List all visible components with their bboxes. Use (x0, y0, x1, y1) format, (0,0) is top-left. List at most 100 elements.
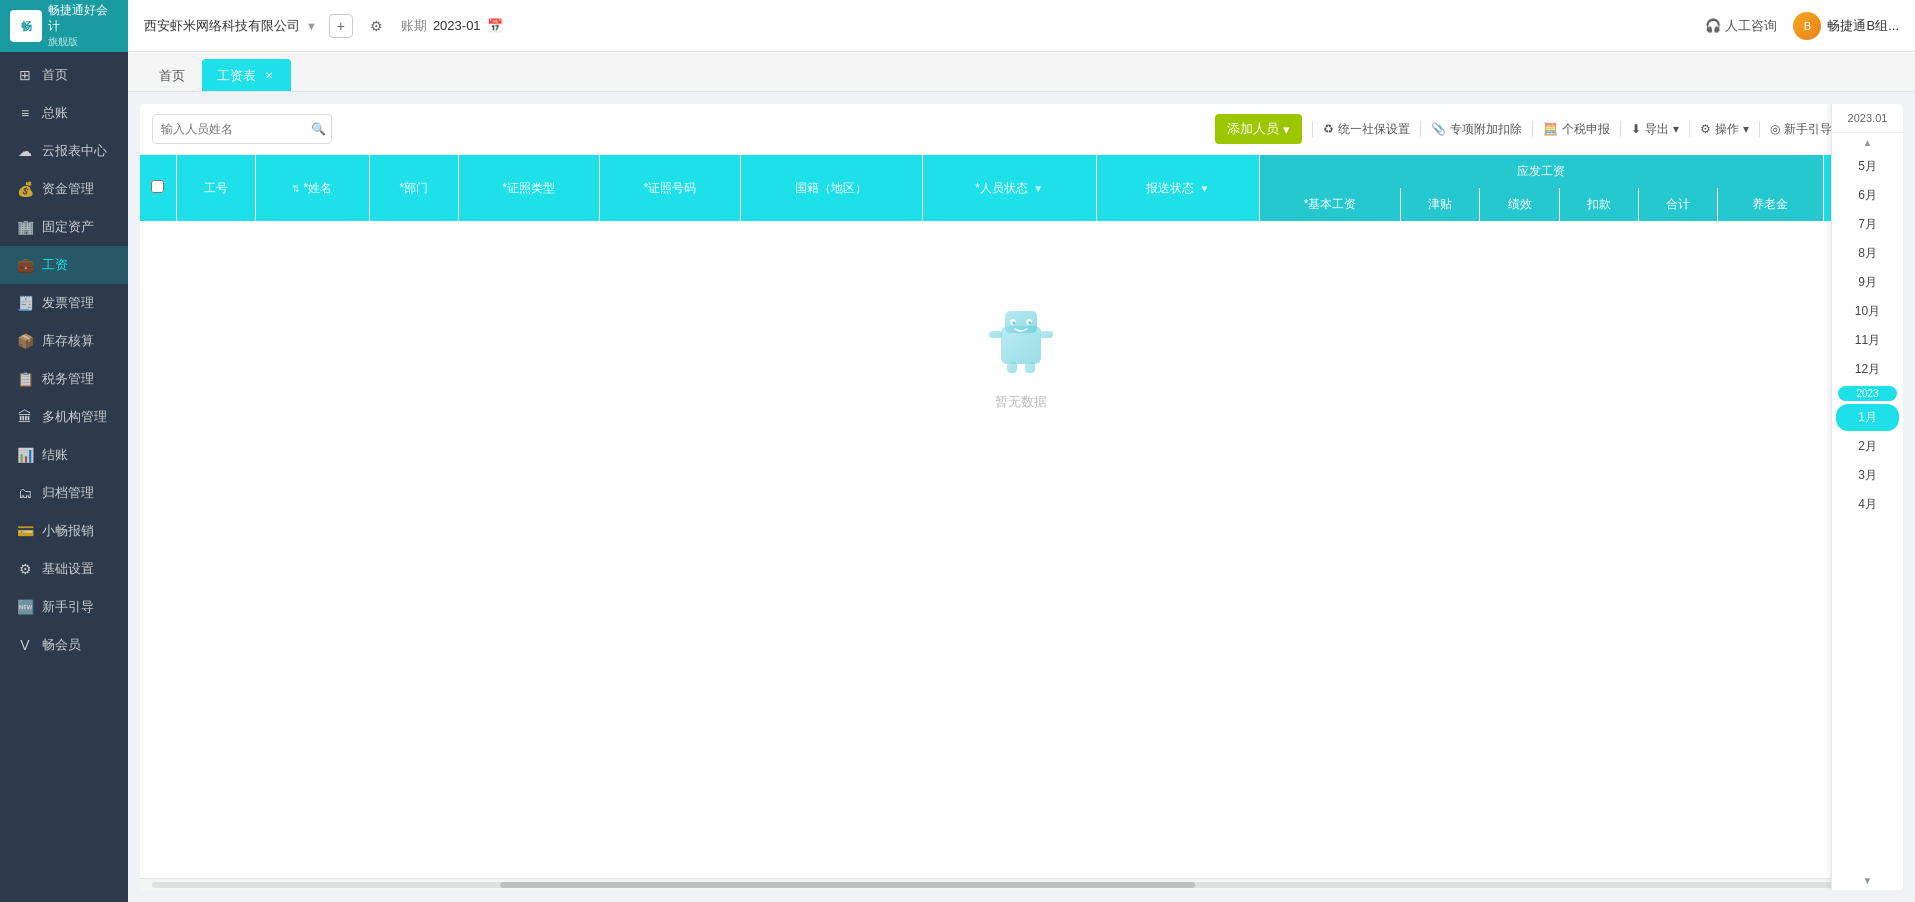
sidebar-item-close[interactable]: 📊 结账 (0, 436, 128, 474)
sidebar-item-home[interactable]: ⊞ 首页 (0, 56, 128, 94)
ledger-icon: ≡ (16, 105, 34, 121)
sidebar-label-archive: 归档管理 (42, 484, 94, 502)
search-icon: 🔍 (311, 122, 326, 136)
toolbar-separator-4 (1620, 121, 1621, 137)
toolbar-separator-2 (1420, 121, 1421, 137)
status-filter-icon[interactable]: ▼ (1033, 183, 1043, 194)
sidebar-item-tax[interactable]: 📋 税务管理 (0, 360, 128, 398)
content: 🔍 添加人员 ▾ ♻ 统一社保设置 📎 专项附加扣除 (128, 92, 1915, 902)
sidebar-label-invoice: 发票管理 (42, 294, 94, 312)
user-menu[interactable]: B 畅捷通B组... (1793, 12, 1899, 40)
cal-month-11[interactable]: 11月 (1836, 327, 1899, 354)
calendar-icon[interactable]: 📅 (487, 18, 503, 33)
sidebar-label-member: 畅会员 (42, 636, 81, 654)
tab-label-home: 首页 (159, 67, 185, 85)
sidebar-label-cloud: 云报表中心 (42, 142, 107, 160)
sidebar-item-guide[interactable]: 🆕 新手引导 (0, 588, 128, 626)
new-guide-button[interactable]: ◎ 新手引导 (1770, 121, 1832, 138)
th-deduct: 扣款 (1559, 188, 1638, 221)
topbar-right: 🎧 人工咨询 B 畅捷通B组... (1705, 12, 1899, 40)
help-button[interactable]: 🎧 人工咨询 (1705, 17, 1777, 35)
scroll-track[interactable] (152, 882, 1891, 888)
period-value: 2023-01 (433, 18, 481, 33)
sidebar-logo: 畅 畅捷通好会计 旗舰版 (0, 0, 128, 52)
cal-month-6[interactable]: 6月 (1836, 182, 1899, 209)
add-person-label: 添加人员 (1227, 120, 1279, 138)
svg-rect-1 (1005, 311, 1037, 333)
inventory-icon: 📦 (16, 333, 34, 349)
add-company-button[interactable]: + (329, 14, 353, 38)
svg-rect-7 (1040, 331, 1053, 338)
calendar-scroll-up[interactable]: ▲ (1832, 133, 1903, 152)
sidebar-item-cloud[interactable]: ☁ 云报表中心 (0, 132, 128, 170)
scroll-thumb (500, 882, 1196, 888)
operations-button[interactable]: ⚙ 操作 ▾ (1700, 121, 1749, 138)
cal-month-10[interactable]: 10月 (1836, 298, 1899, 325)
cal-month-1[interactable]: 1月 (1836, 404, 1899, 431)
empty-icon (981, 301, 1061, 381)
sidebar-item-assets[interactable]: 🏢 固定资产 (0, 208, 128, 246)
sidebar-label-ledger: 总账 (42, 104, 68, 122)
export-icon: ⬇ (1631, 122, 1641, 136)
cal-month-3[interactable]: 3月 (1836, 462, 1899, 489)
logo-icon: 畅 (10, 10, 42, 42)
tab-home[interactable]: 首页 (144, 59, 200, 91)
period-label: 账期 (401, 17, 427, 35)
calendar-scroll-down[interactable]: ▼ (1832, 871, 1903, 890)
sidebar-item-archive[interactable]: 🗂 归档管理 (0, 474, 128, 512)
cal-month-2[interactable]: 2月 (1836, 433, 1899, 460)
member-icon: V (16, 637, 34, 653)
special-deduct-button[interactable]: 📎 专项附加扣除 (1431, 121, 1522, 138)
sidebar-item-inventory[interactable]: 📦 库存核算 (0, 322, 128, 360)
th-pension: 养老金 (1718, 188, 1823, 221)
th-status: *人员状态 ▼ (923, 155, 1097, 221)
deduct-icon: 📎 (1431, 122, 1446, 136)
add-person-button[interactable]: 添加人员 ▾ (1215, 114, 1302, 144)
search-input[interactable] (161, 122, 311, 136)
sidebar-item-member[interactable]: V 畅会员 (0, 626, 128, 664)
sidebar-item-payroll[interactable]: 💼 工资 (0, 246, 128, 284)
th-cert-no: *证照号码 (599, 155, 740, 221)
social-settings-button[interactable]: ♻ 统一社保设置 (1323, 121, 1410, 138)
th-cert-type: *证照类型 (458, 155, 599, 221)
tab-close-payroll-table[interactable]: ✕ (262, 69, 276, 83)
sidebar-item-expense[interactable]: 💳 小畅报销 (0, 512, 128, 550)
sidebar-label-payroll: 工资 (42, 256, 68, 274)
ops-icon: ⚙ (1700, 122, 1711, 136)
company-chevron-icon: ▼ (306, 20, 317, 32)
sidebar-label-tax: 税务管理 (42, 370, 94, 388)
personal-tax-button[interactable]: 🧮 个税申报 (1543, 121, 1610, 138)
select-all-checkbox[interactable] (151, 180, 164, 193)
ops-arrow-icon: ▾ (1743, 122, 1749, 136)
sidebar-item-settings[interactable]: ⚙ 基础设置 (0, 550, 128, 588)
cal-month-7[interactable]: 7月 (1836, 211, 1899, 238)
empty-state: 暂无数据 (140, 221, 1903, 491)
empty-state-row: 暂无数据 (140, 221, 1903, 491)
export-button[interactable]: ⬇ 导出 ▾ (1631, 121, 1679, 138)
guide-icon: 🆕 (16, 599, 34, 615)
tabbar: 首页工资表✕ (128, 52, 1915, 92)
tax-icon: 📋 (16, 371, 34, 387)
expense-icon: 💳 (16, 523, 34, 539)
submit-filter-icon[interactable]: ▼ (1200, 183, 1210, 194)
cal-year-badge-2023: 2023 (1838, 386, 1897, 401)
cal-month-12[interactable]: 12月 (1836, 356, 1899, 383)
sidebar-item-invoice[interactable]: 🧾 发票管理 (0, 284, 128, 322)
svg-rect-8 (1007, 361, 1017, 373)
sidebar-item-multi[interactable]: 🏛 多机构管理 (0, 398, 128, 436)
sidebar-label-multi: 多机构管理 (42, 408, 107, 426)
cal-month-5[interactable]: 5月 (1836, 153, 1899, 180)
tab-payroll-table[interactable]: 工资表✕ (202, 59, 291, 91)
user-name: 畅捷通B组... (1827, 17, 1899, 35)
svg-rect-6 (989, 331, 1002, 338)
cal-month-4[interactable]: 4月 (1836, 491, 1899, 518)
toolbar-right: 添加人员 ▾ ♻ 统一社保设置 📎 专项附加扣除 🧮 (1215, 114, 1891, 144)
sidebar-item-fund[interactable]: 💰 资金管理 (0, 170, 128, 208)
bottom-scrollbar (140, 878, 1903, 890)
sidebar-item-ledger[interactable]: ≡ 总账 (0, 94, 128, 132)
cal-month-8[interactable]: 8月 (1836, 240, 1899, 267)
cal-month-9[interactable]: 9月 (1836, 269, 1899, 296)
settings-icon[interactable]: ⚙ (365, 14, 389, 38)
sidebar-label-close: 结账 (42, 446, 68, 464)
company-selector[interactable]: 西安虾米网络科技有限公司 ▼ (144, 17, 317, 35)
